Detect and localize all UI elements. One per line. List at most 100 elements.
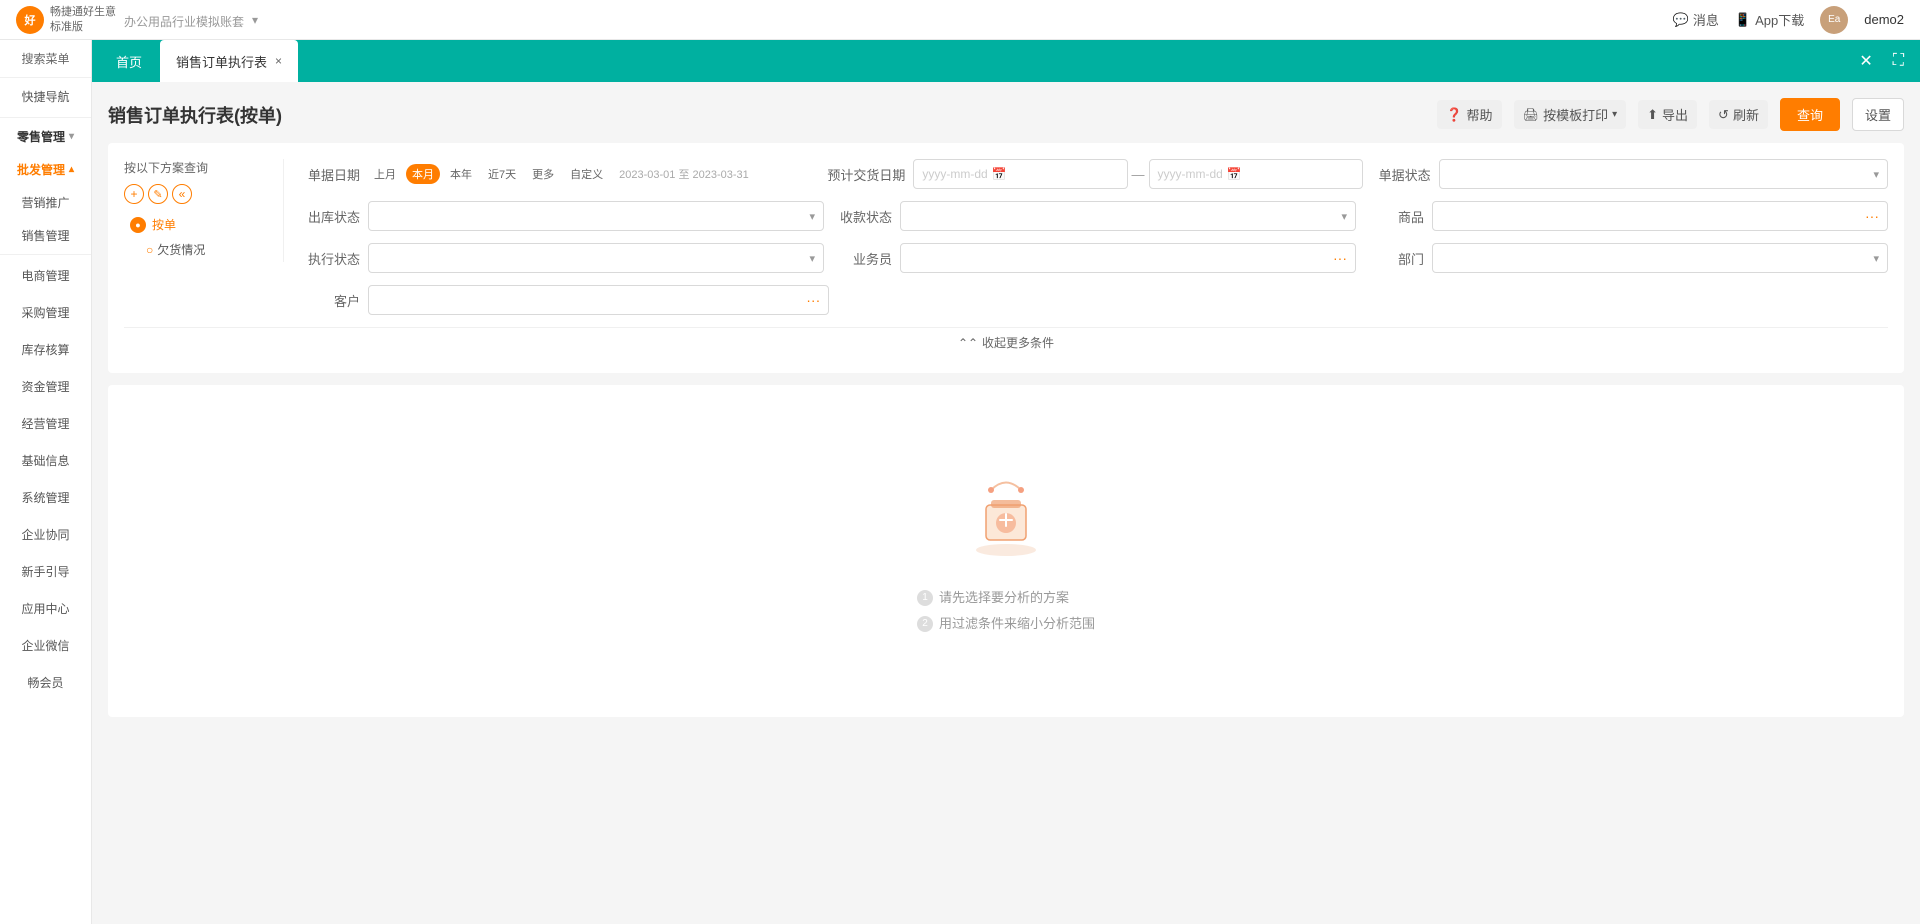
help-icon: ❓ xyxy=(1446,107,1462,123)
date-pill-7days[interactable]: 近7天 xyxy=(482,164,522,184)
sidebar-item-purchase[interactable]: 采购管理 xyxy=(0,294,91,331)
top-bar-right: 💬 消息 📱 App下载 Ea demo2 xyxy=(1673,6,1904,34)
date-field-label: 单据日期 xyxy=(300,165,360,184)
refresh-button[interactable]: ↺ 刷新 xyxy=(1709,100,1768,129)
filter-top: 按以下方案查询 + ✎ « ● 按单 ○ 欠货情 xyxy=(124,159,1888,315)
help-button[interactable]: ❓ 帮助 xyxy=(1437,100,1501,129)
top-bar: 好 畅捷通好生意 标准版 办公用品行业模拟账套 ▾ 💬 消息 📱 App下载 E… xyxy=(0,0,1920,40)
sidebar-item-quick-nav[interactable]: 快捷导航 xyxy=(0,78,91,115)
tip-num-2: 2 xyxy=(917,616,933,632)
chevron-icon: ▾ xyxy=(69,131,74,142)
salesperson-input[interactable]: ··· xyxy=(900,243,1356,273)
template-print-button[interactable]: 🖨 按模板打印 ▾ xyxy=(1514,100,1627,129)
date-separator: — xyxy=(1132,167,1145,182)
collapse-up-icon: ⌃⌃ xyxy=(958,336,978,350)
logo-icon: 好 xyxy=(16,6,44,34)
date-pill-this-month[interactable]: 本月 xyxy=(406,164,440,184)
sidebar-item-basic[interactable]: 基础信息 xyxy=(0,442,91,479)
dropdown-icon[interactable]: ▾ xyxy=(252,13,258,27)
page-title-bar: 销售订单执行表(按单) ❓ 帮助 🖨 按模板打印 ▾ ⬆ 导出 xyxy=(108,98,1904,131)
page-content: 销售订单执行表(按单) ❓ 帮助 🖨 按模板打印 ▾ ⬆ 导出 xyxy=(92,82,1920,924)
tab-close-button[interactable]: × xyxy=(275,55,282,67)
sidebar-item-inventory[interactable]: 库存核算 xyxy=(0,331,91,368)
page-title: 销售订单执行表(按单) xyxy=(108,102,282,128)
sidebar-subitem-marketing[interactable]: 营销推广 xyxy=(0,186,91,219)
empty-tip-2: 2 用过滤条件来缩小分析范围 xyxy=(917,611,1095,637)
filter-fields: 单据日期 上月 本月 本年 近7天 更多 自定义 20 xyxy=(300,159,1888,315)
date-pill-custom[interactable]: 自定义 xyxy=(564,164,609,184)
salesperson-more-icon[interactable]: ··· xyxy=(1333,250,1347,266)
scheme-subitem-shortage[interactable]: ○ 欠货情况 xyxy=(124,237,271,262)
logo-area: 好 畅捷通好生意 标准版 xyxy=(16,5,116,34)
export-button[interactable]: ⬆ 导出 xyxy=(1638,100,1697,129)
exec-status-select[interactable]: ▾ xyxy=(368,243,824,273)
tab-bar: 首页 销售订单执行表 × ✕ ⛶ xyxy=(92,40,1920,82)
sidebar-search[interactable]: 搜索菜单 xyxy=(0,40,91,78)
empty-state: 1 请先选择要分析的方案 2 用过滤条件来缩小分析范围 xyxy=(108,385,1904,717)
date-pill-this-year[interactable]: 本年 xyxy=(444,164,478,184)
maximize-window-button[interactable]: ⛶ xyxy=(1885,48,1912,74)
expected-date-label: 预计交货日期 xyxy=(825,165,905,184)
filter-panel: 按以下方案查询 + ✎ « ● 按单 ○ 欠货情 xyxy=(108,143,1904,373)
chevron-down-icon: ▾ xyxy=(1873,168,1879,181)
goods-more-icon[interactable]: ··· xyxy=(1865,208,1879,224)
calendar-icon2: 📅 xyxy=(1227,167,1242,181)
sidebar-item-newbie[interactable]: 新手引导 xyxy=(0,553,91,590)
main-layout: 搜索菜单 快捷导航 零售管理 ▾ 批发管理 ▴ 营销推广 销售管理 电商管理 采… xyxy=(0,40,1920,924)
tab-home[interactable]: 首页 xyxy=(100,40,158,82)
tab-active-sales-order[interactable]: 销售订单执行表 × xyxy=(160,40,298,82)
customer-more-icon[interactable]: ··· xyxy=(806,292,820,308)
date-pill-more[interactable]: 更多 xyxy=(526,164,560,184)
tab-bar-actions: ✕ ⛶ xyxy=(1851,47,1912,75)
empty-illustration xyxy=(956,465,1056,565)
sidebar-item-enterprise[interactable]: 企业协同 xyxy=(0,516,91,553)
status-select[interactable]: ▾ xyxy=(1439,159,1888,189)
sidebar-item-finance[interactable]: 资金管理 xyxy=(0,368,91,405)
edit-scheme-button[interactable]: ✎ xyxy=(148,184,168,204)
customer-label: 客户 xyxy=(300,291,360,310)
customer-input[interactable]: ··· xyxy=(368,285,829,315)
sidebar-item-operations[interactable]: 经营管理 xyxy=(0,405,91,442)
expected-date-start-input[interactable]: yyyy-mm-dd 📅 xyxy=(913,159,1127,189)
date-pill-last-month[interactable]: 上月 xyxy=(368,164,402,184)
query-button[interactable]: 查询 xyxy=(1780,98,1840,131)
goods-label: 商品 xyxy=(1364,207,1424,226)
print-icon: 🖨 xyxy=(1523,107,1540,123)
close-window-button[interactable]: ✕ xyxy=(1851,47,1880,75)
dept-select[interactable]: ▾ xyxy=(1432,243,1888,273)
sidebar-subitem-sales[interactable]: 销售管理 xyxy=(0,219,91,252)
payment-status-label: 收款状态 xyxy=(832,207,892,226)
date-pills: 上月 本月 本年 近7天 更多 自定义 xyxy=(368,164,609,184)
scheme-item-by-order[interactable]: ● 按单 xyxy=(124,212,271,237)
chevron-down-icon5: ▾ xyxy=(809,252,815,265)
add-scheme-button[interactable]: + xyxy=(124,184,144,204)
collapse-button[interactable]: ⌃⌃ 收起更多条件 xyxy=(958,334,1054,351)
sidebar-item-member[interactable]: 畅会员 xyxy=(0,664,91,701)
sidebar-item-ecommerce[interactable]: 电商管理 xyxy=(0,257,91,294)
goods-input[interactable]: ··· xyxy=(1432,201,1888,231)
scheme-icon: ● xyxy=(130,217,146,233)
status-label: 单据状态 xyxy=(1371,165,1431,184)
sidebar-item-wechat[interactable]: 企业微信 xyxy=(0,627,91,664)
message-button[interactable]: 💬 消息 xyxy=(1673,10,1719,29)
exec-status-label: 执行状态 xyxy=(300,249,360,268)
expected-date-end-input[interactable]: yyyy-mm-dd 📅 xyxy=(1149,159,1363,189)
sidebar-item-apps[interactable]: 应用中心 xyxy=(0,590,91,627)
export-icon: ⬆ xyxy=(1647,107,1658,123)
settings-button[interactable]: 设置 xyxy=(1852,98,1904,131)
scheme-sub-icon: ○ xyxy=(146,243,153,257)
avatar[interactable]: Ea xyxy=(1820,6,1848,34)
app-download-button[interactable]: 📱 App下载 xyxy=(1735,10,1804,29)
sidebar-item-wholesale[interactable]: 批发管理 ▴ xyxy=(0,153,91,186)
delivery-status-select[interactable]: ▾ xyxy=(368,201,824,231)
mobile-icon: 📱 xyxy=(1735,12,1751,28)
logo-text: 畅捷通好生意 标准版 xyxy=(50,5,116,34)
sidebar-item-retail[interactable]: 零售管理 ▾ xyxy=(0,120,91,153)
collapse-scheme-button[interactable]: « xyxy=(172,184,192,204)
date-range-text: 2023-03-01 至 2023-03-31 xyxy=(619,166,749,182)
payment-status-select[interactable]: ▾ xyxy=(900,201,1356,231)
content-area: 首页 销售订单执行表 × ✕ ⛶ 销售订单执行表(按单) ❓ 帮助 xyxy=(92,40,1920,924)
sidebar-item-system[interactable]: 系统管理 xyxy=(0,479,91,516)
chevron-up-icon: ▴ xyxy=(69,164,74,175)
filter-sidebar: 按以下方案查询 + ✎ « ● 按单 ○ 欠货情 xyxy=(124,159,284,262)
